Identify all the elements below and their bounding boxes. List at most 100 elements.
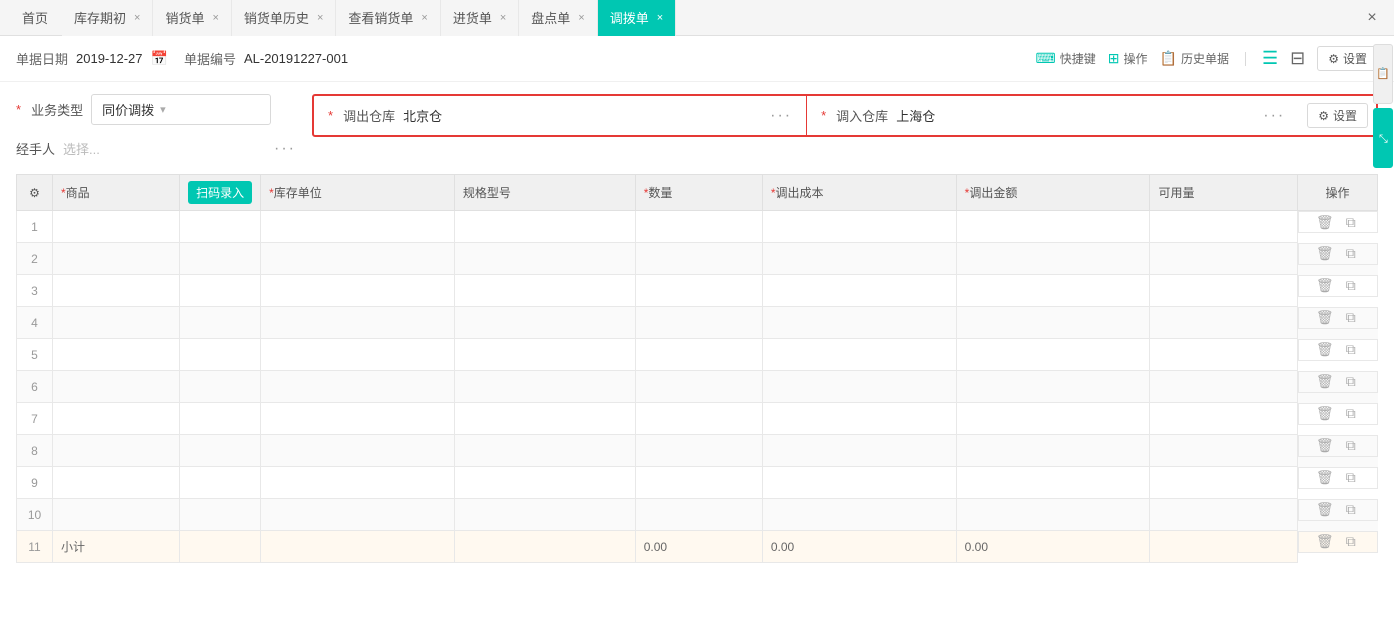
shortcut-key-action[interactable]: ⌨ 快捷键: [1036, 50, 1096, 67]
cell-goods[interactable]: [53, 435, 180, 467]
handler-select[interactable]: 选择...: [63, 139, 266, 158]
cell-cost[interactable]: [762, 371, 956, 403]
cell-spec[interactable]: [454, 243, 635, 275]
tab-close-icon[interactable]: ×: [212, 12, 218, 24]
transfer-in-more-btn[interactable]: ···: [1263, 107, 1285, 125]
cell-goods[interactable]: [53, 275, 180, 307]
tab-inventory-init[interactable]: 库存期初 ×: [62, 0, 153, 36]
cell-qty[interactable]: [635, 275, 762, 307]
transfer-settings-button[interactable]: ⚙ 设置: [1307, 103, 1368, 128]
cell-goods[interactable]: [53, 467, 180, 499]
cell-unit[interactable]: [261, 435, 455, 467]
copy-icon[interactable]: ⧉: [1341, 500, 1361, 520]
cell-qty[interactable]: [635, 211, 762, 243]
cell-cost[interactable]: [762, 307, 956, 339]
tab-close-icon[interactable]: ×: [421, 12, 427, 24]
cell-unit[interactable]: [261, 275, 455, 307]
settings-button[interactable]: ⚙ 设置: [1317, 46, 1378, 71]
tab-close-icon[interactable]: ×: [657, 12, 663, 24]
business-type-select[interactable]: 同价调拨 ▾: [91, 94, 271, 125]
cell-amount[interactable]: [956, 339, 1150, 371]
tab-home[interactable]: 首页: [8, 0, 62, 36]
cell-qty[interactable]: [635, 499, 762, 531]
cell-unit[interactable]: [261, 339, 455, 371]
cell-goods[interactable]: [53, 211, 180, 243]
cell-amount[interactable]: [956, 499, 1150, 531]
tab-close-icon[interactable]: ×: [500, 12, 506, 24]
cell-goods[interactable]: [53, 371, 180, 403]
delete-icon[interactable]: 🗑: [1315, 212, 1335, 232]
tab-close-icon[interactable]: ×: [134, 12, 140, 24]
col-gear[interactable]: ⚙: [17, 175, 53, 211]
cell-spec[interactable]: [454, 499, 635, 531]
cell-qty[interactable]: [635, 243, 762, 275]
cell-goods[interactable]: [53, 243, 180, 275]
cell-goods[interactable]: [53, 307, 180, 339]
copy-icon[interactable]: ⧉: [1341, 468, 1361, 488]
cell-spec[interactable]: [454, 371, 635, 403]
delete-icon[interactable]: 🗑: [1315, 308, 1335, 328]
delete-icon[interactable]: 🗑: [1315, 340, 1335, 360]
scan-button[interactable]: 扫码录入: [188, 181, 252, 204]
notes-panel-btn[interactable]: 📋: [1373, 44, 1393, 104]
cell-qty[interactable]: [635, 339, 762, 371]
copy-icon[interactable]: ⧉: [1341, 308, 1361, 328]
tab-transfer[interactable]: 调拨单 ×: [598, 0, 676, 36]
copy-icon[interactable]: ⧉: [1341, 436, 1361, 456]
cell-amount[interactable]: [956, 307, 1150, 339]
cell-unit[interactable]: [261, 499, 455, 531]
copy-icon[interactable]: ⧉: [1341, 340, 1361, 360]
copy-icon[interactable]: ⧉: [1341, 404, 1361, 424]
cell-goods[interactable]: [53, 339, 180, 371]
cell-amount[interactable]: [956, 435, 1150, 467]
delete-icon[interactable]: 🗑: [1315, 468, 1335, 488]
delete-icon[interactable]: 🗑: [1315, 436, 1335, 456]
cell-goods[interactable]: [53, 499, 180, 531]
delete-icon[interactable]: 🗑: [1315, 244, 1335, 264]
transfer-out-more-btn[interactable]: ···: [770, 107, 792, 125]
handler-more-btn[interactable]: ···: [274, 140, 296, 158]
cell-amount[interactable]: [956, 371, 1150, 403]
delete-icon[interactable]: 🗑: [1315, 404, 1335, 424]
cell-unit[interactable]: [261, 467, 455, 499]
cell-spec[interactable]: [454, 275, 635, 307]
tab-sales-history[interactable]: 销货单历史 ×: [232, 0, 336, 36]
cell-amount[interactable]: [956, 243, 1150, 275]
calendar-icon[interactable]: 📅: [151, 50, 168, 67]
operations-action[interactable]: ⊞ 操作: [1108, 50, 1148, 67]
delete-icon[interactable]: 🗑: [1315, 500, 1335, 520]
expand-panel-btn[interactable]: ⤢: [1373, 108, 1393, 168]
cell-spec[interactable]: [454, 403, 635, 435]
tab-close-icon[interactable]: ×: [317, 12, 323, 24]
cell-amount[interactable]: [956, 403, 1150, 435]
close-all-tabs-button[interactable]: ×: [1358, 4, 1386, 32]
tab-close-icon[interactable]: ×: [578, 12, 584, 24]
cell-spec[interactable]: [454, 211, 635, 243]
layout-grid-btn[interactable]: ⊟: [1290, 48, 1305, 69]
tab-view-sales[interactable]: 查看销货单 ×: [336, 0, 440, 36]
cell-spec[interactable]: [454, 435, 635, 467]
cell-unit[interactable]: [261, 371, 455, 403]
copy-icon[interactable]: ⧉: [1341, 212, 1361, 232]
cell-qty[interactable]: [635, 403, 762, 435]
copy-icon[interactable]: ⧉: [1341, 372, 1361, 392]
cell-cost[interactable]: [762, 467, 956, 499]
tab-inventory-check[interactable]: 盘点单 ×: [519, 0, 597, 36]
cell-unit[interactable]: [261, 243, 455, 275]
delete-icon[interactable]: 🗑: [1315, 276, 1335, 296]
delete-icon[interactable]: 🗑: [1315, 372, 1335, 392]
cell-amount[interactable]: [956, 211, 1150, 243]
cell-amount[interactable]: [956, 275, 1150, 307]
cell-cost[interactable]: [762, 403, 956, 435]
cell-qty[interactable]: [635, 371, 762, 403]
cell-unit[interactable]: [261, 211, 455, 243]
cell-qty[interactable]: [635, 467, 762, 499]
history-doc-action[interactable]: 📋 历史单据: [1160, 50, 1229, 67]
cell-unit[interactable]: [261, 307, 455, 339]
cell-spec[interactable]: [454, 339, 635, 371]
cell-unit[interactable]: [261, 403, 455, 435]
tab-purchase[interactable]: 进货单 ×: [441, 0, 519, 36]
cell-cost[interactable]: [762, 211, 956, 243]
cell-cost[interactable]: [762, 339, 956, 371]
cell-qty[interactable]: [635, 435, 762, 467]
